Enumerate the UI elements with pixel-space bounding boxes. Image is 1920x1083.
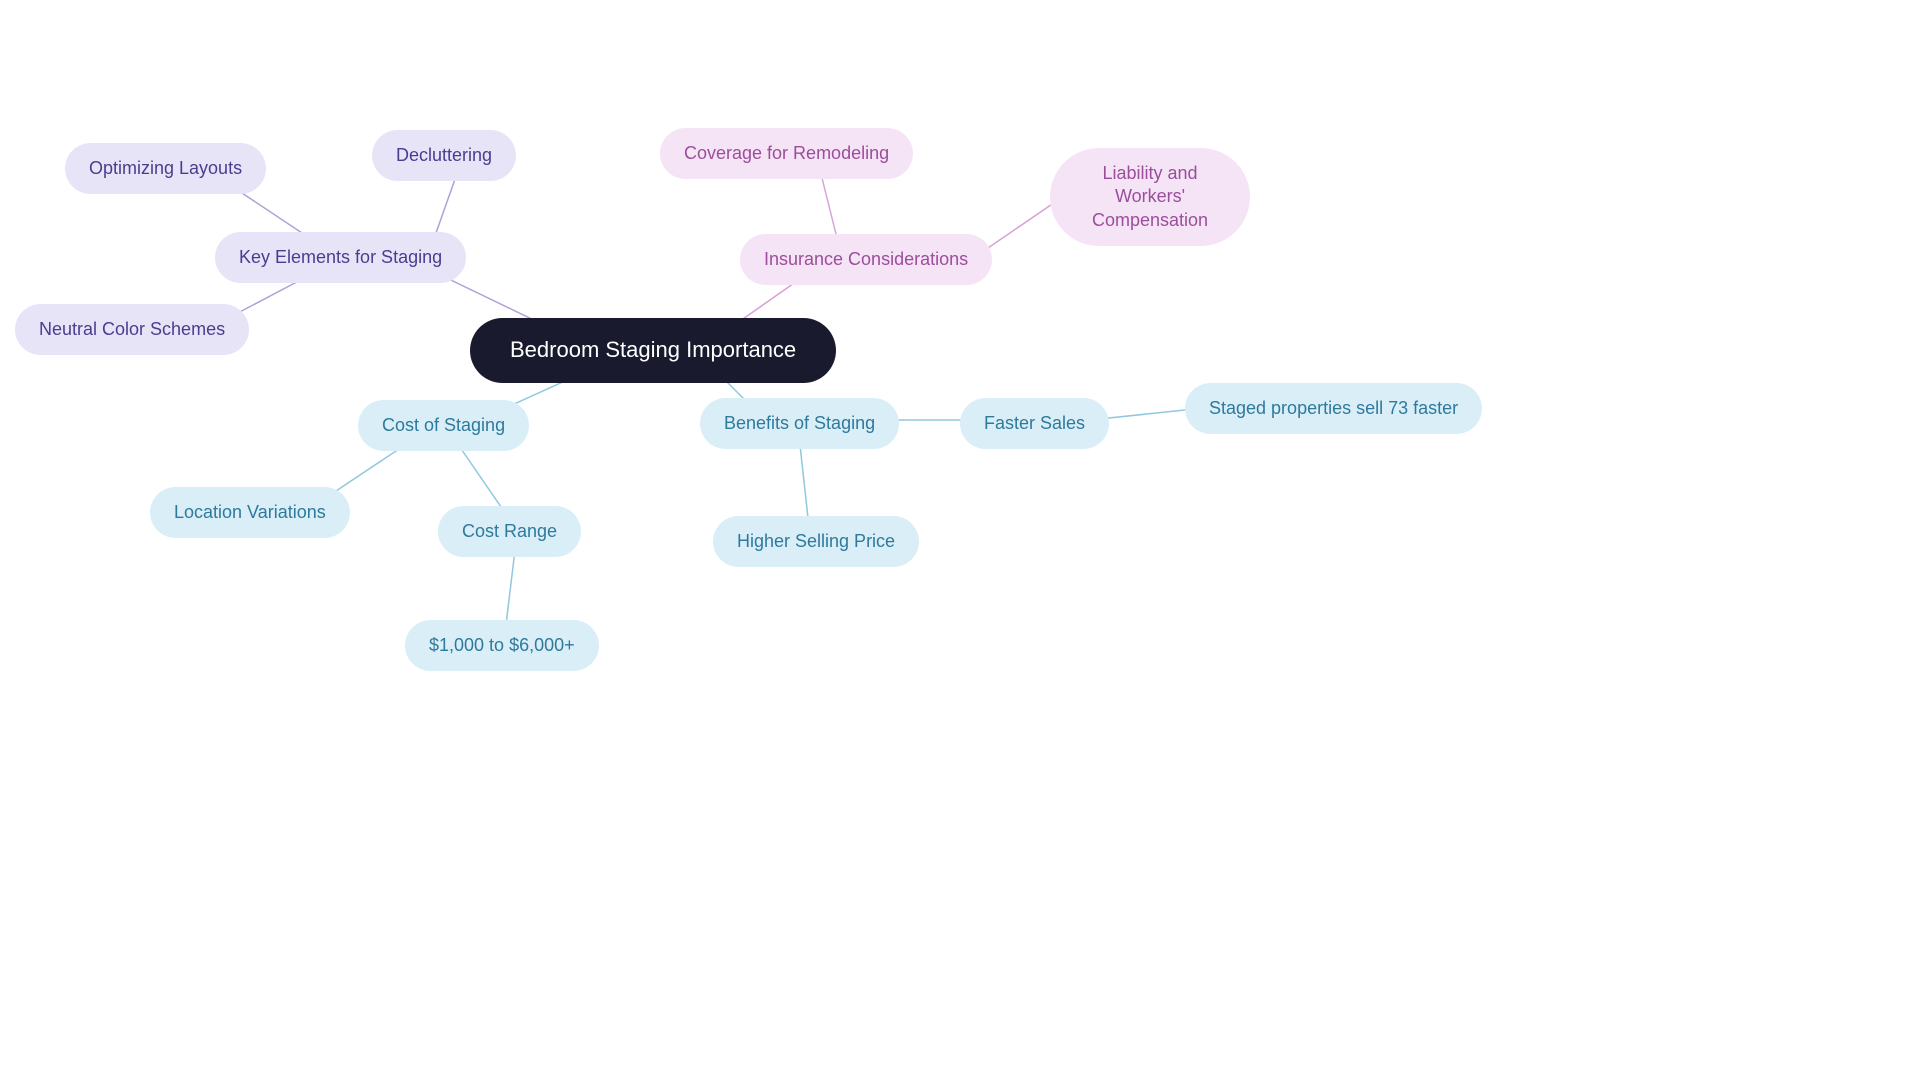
center-node: Bedroom Staging Importance	[470, 318, 836, 383]
key-elements-node: Key Elements for Staging	[215, 232, 466, 283]
coverage-remodeling-node: Coverage for Remodeling	[660, 128, 913, 179]
staged-properties-node: Staged properties sell 73 faster	[1185, 383, 1482, 434]
liability-workers-comp-node: Liability and Workers' Compensation	[1050, 148, 1250, 246]
cost-of-staging-node: Cost of Staging	[358, 400, 529, 451]
faster-sales-node: Faster Sales	[960, 398, 1109, 449]
cost-value-node: $1,000 to $6,000+	[405, 620, 599, 671]
location-variations-node: Location Variations	[150, 487, 350, 538]
benefits-staging-node: Benefits of Staging	[700, 398, 899, 449]
higher-selling-price-node: Higher Selling Price	[713, 516, 919, 567]
neutral-color-schemes-node: Neutral Color Schemes	[15, 304, 249, 355]
decluttering-node: Decluttering	[372, 130, 516, 181]
mind-map: Bedroom Staging Importance Key Elements …	[0, 0, 1920, 1083]
optimizing-layouts-node: Optimizing Layouts	[65, 143, 266, 194]
cost-range-node: Cost Range	[438, 506, 581, 557]
insurance-considerations-node: Insurance Considerations	[740, 234, 992, 285]
